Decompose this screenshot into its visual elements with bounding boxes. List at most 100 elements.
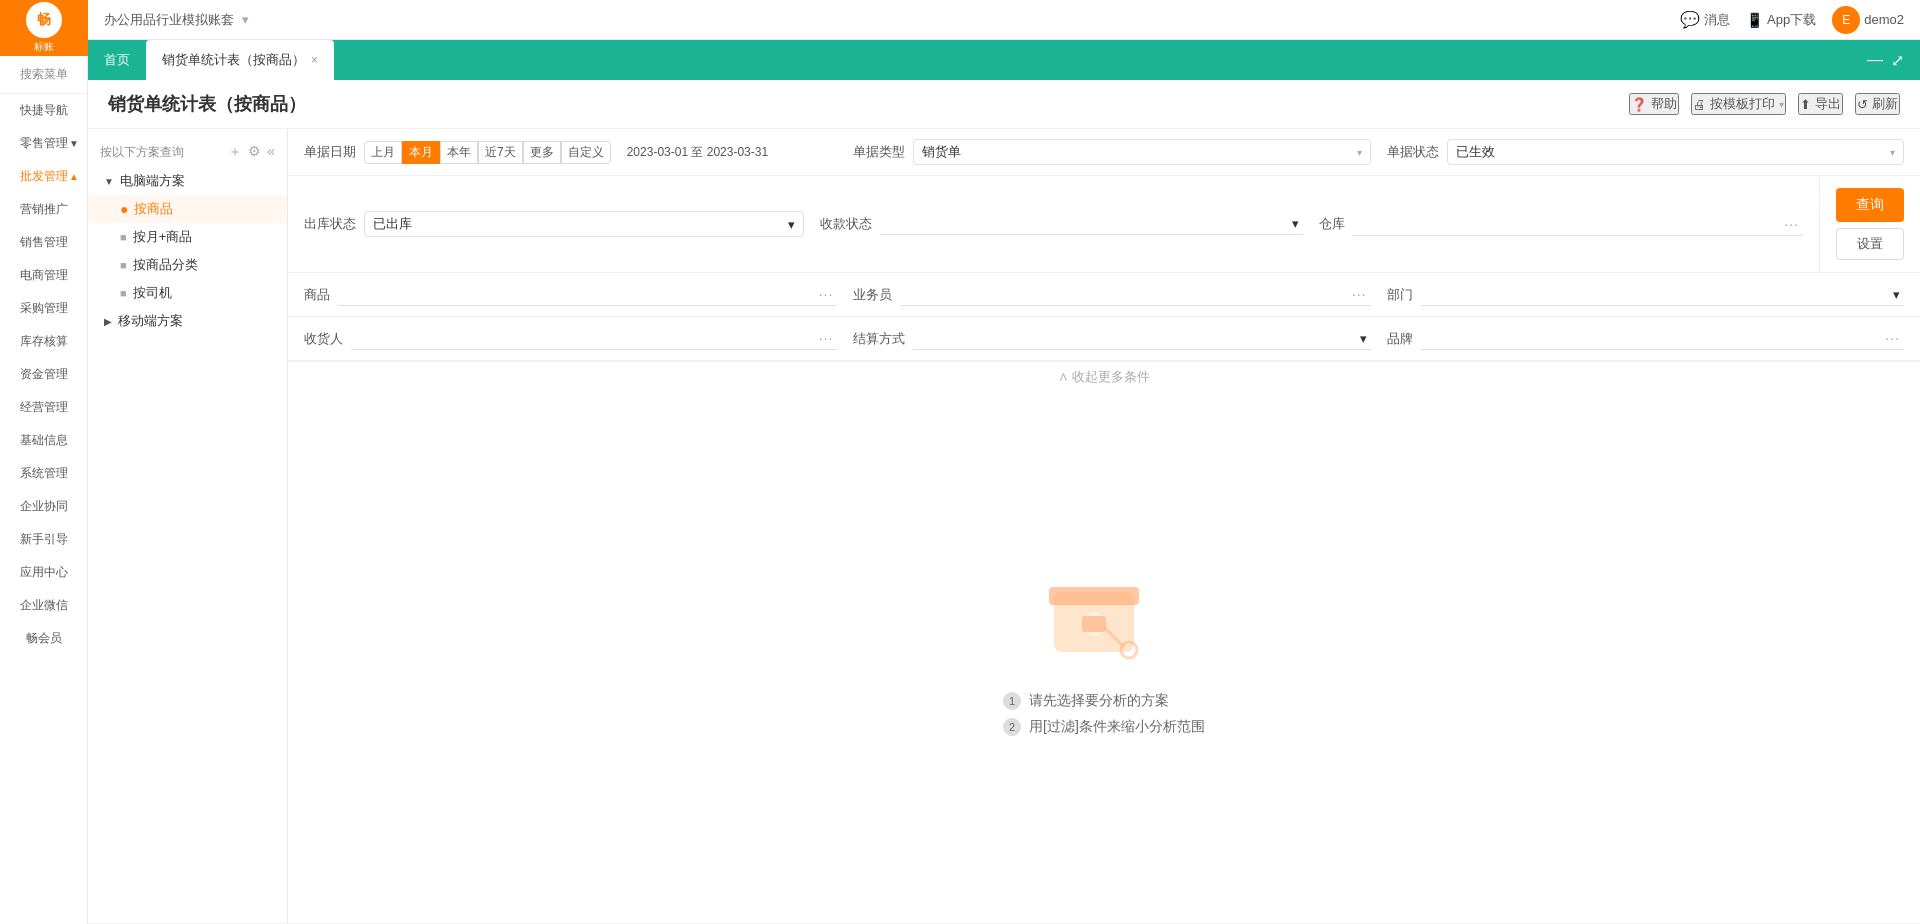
filter-salesperson-label: 业务员	[853, 286, 892, 304]
filter-product-input[interactable]: ···	[338, 283, 837, 306]
sidebar-item-newbie[interactable]: 新手引导	[0, 523, 87, 556]
main-layout: 按以下方案查询 ＋ ⚙ « ▼ 电脑端方案 ● 按商品	[88, 129, 1920, 923]
tab-maximize-icon[interactable]: ⤢	[1891, 51, 1904, 70]
date-tab-this-year[interactable]: 本年	[440, 141, 478, 164]
filter-dept-label: 部门	[1387, 286, 1413, 304]
sidebar-item-wechat[interactable]: 企业微信	[0, 589, 87, 622]
product-dots-icon: ···	[819, 286, 834, 302]
logo-icon: 畅	[26, 2, 62, 38]
messages-button[interactable]: 💬 消息	[1680, 10, 1730, 29]
collab-label: 企业协同	[20, 498, 68, 515]
sidebar-item-purchase[interactable]: 采购管理	[0, 292, 87, 325]
sidebar-item-quicknav[interactable]: 快捷导航	[0, 94, 87, 127]
paymethod-arrow-icon: ▾	[1360, 331, 1367, 346]
export-button[interactable]: ⬆ 导出	[1798, 93, 1843, 115]
subitem-label-driver: 按司机	[133, 284, 172, 302]
filter-dept-select[interactable]: ▾	[1421, 284, 1904, 306]
sidebar-item-inventory[interactable]: 库存核算	[0, 325, 87, 358]
collapse-panel-icon[interactable]: «	[267, 143, 275, 161]
tree-subitem-by-product[interactable]: ● 按商品	[88, 195, 287, 223]
left-panel-header: 按以下方案查询 ＋ ⚙ «	[88, 137, 287, 167]
empty-hint-2: 2 用[过滤]条件来缩小分析范围	[1003, 718, 1205, 736]
add-scheme-icon[interactable]: ＋	[228, 143, 242, 161]
tree-subitem-driver[interactable]: ■ 按司机	[88, 279, 287, 307]
sidebar-item-wholesale[interactable]: 批发管理 ▲	[0, 160, 87, 193]
sidebar-item-vip[interactable]: 畅会员	[0, 622, 87, 655]
date-tab-more[interactable]: 更多	[523, 141, 561, 164]
svg-rect-3	[1082, 616, 1106, 632]
help-button[interactable]: ❓ 帮助	[1629, 93, 1679, 115]
tab-home[interactable]: 首页	[88, 40, 146, 80]
wholesale-label: 批发管理	[20, 168, 68, 185]
dept-arrow-icon: ▾	[1893, 287, 1900, 302]
vip-label: 畅会员	[26, 630, 62, 647]
settings-button[interactable]: 设置	[1836, 228, 1904, 260]
filter-stockstatus-item: 出库状态 已出库 ▾	[304, 211, 804, 237]
date-tab-7days[interactable]: 近7天	[478, 141, 523, 164]
filter-warehouse-label: 仓库	[1319, 215, 1345, 233]
tab-sales-stats[interactable]: 销货单统计表（按商品） ×	[146, 40, 334, 80]
filter-warehouse-input[interactable]: ···	[1353, 213, 1803, 236]
filter-receiver-input[interactable]: ···	[351, 327, 837, 350]
sidebar-item-basic[interactable]: 基础信息	[0, 424, 87, 457]
hint1-text: 请先选择要分析的方案	[1029, 692, 1169, 710]
tree-arrow-icon: ▼	[104, 176, 114, 187]
user-profile[interactable]: E demo2	[1832, 6, 1904, 34]
filter-paymethod-select[interactable]: ▾	[913, 328, 1370, 350]
sales-label: 销售管理	[20, 234, 68, 251]
date-tab-this-month[interactable]: 本月	[402, 141, 440, 164]
docstatus-value: 已生效	[1456, 143, 1495, 161]
filter-paymentstatus-label: 收款状态	[820, 215, 872, 233]
tree-item-desktop[interactable]: ▼ 电脑端方案	[88, 167, 287, 195]
print-icon: 🖨	[1693, 97, 1706, 112]
settings-scheme-icon[interactable]: ⚙	[248, 143, 261, 161]
filter-stockstatus-select[interactable]: 已出库 ▾	[364, 211, 804, 237]
subitem-icon-category: ■	[120, 259, 127, 271]
help-icon: ❓	[1631, 97, 1647, 112]
sidebar-item-finance[interactable]: 资金管理	[0, 358, 87, 391]
tab-minimize-icon[interactable]: —	[1867, 51, 1883, 69]
operations-label: 经营管理	[20, 399, 68, 416]
quicknav-label: 快捷导航	[20, 102, 68, 119]
sidebar-item-collab[interactable]: 企业协同	[0, 490, 87, 523]
filter-salesperson-input[interactable]: ···	[900, 283, 1370, 306]
wholesale-arrow-icon: ▲	[69, 171, 79, 182]
tree-mobile-arrow-icon: ▶	[104, 316, 112, 327]
doctype-value: 销货单	[922, 143, 961, 161]
filter-paymentstatus-select[interactable]: ▾	[880, 213, 1304, 235]
filter-row-2-container: 出库状态 已出库 ▾ 收款状态	[288, 176, 1920, 273]
basic-label: 基础信息	[20, 432, 68, 449]
svg-rect-1	[1049, 587, 1139, 605]
page-title: 销货单统计表（按商品）	[108, 92, 306, 116]
refresh-button[interactable]: ↺ 刷新	[1855, 93, 1900, 115]
print-button[interactable]: 🖨 按模板打印 ▾	[1691, 93, 1786, 115]
hint2-text: 用[过滤]条件来缩小分析范围	[1029, 718, 1205, 736]
help-label: 帮助	[1651, 95, 1677, 113]
app-download-label: App下载	[1767, 11, 1816, 29]
app-download-button[interactable]: 📱 App下载	[1746, 11, 1816, 29]
collapse-filters-button[interactable]: ∧ 收起更多条件	[288, 361, 1920, 392]
sidebar-item-sales[interactable]: 销售管理	[0, 226, 87, 259]
tree-item-mobile[interactable]: ▶ 移动端方案	[88, 307, 287, 335]
sidebar-item-appcenter[interactable]: 应用中心	[0, 556, 87, 589]
filter-docstatus-select[interactable]: 已生效 ▾	[1447, 139, 1904, 165]
sidebar-item-system[interactable]: 系统管理	[0, 457, 87, 490]
sidebar-item-operations[interactable]: 经营管理	[0, 391, 87, 424]
query-button[interactable]: 查询	[1836, 188, 1904, 222]
filter-brand-input[interactable]: ···	[1421, 327, 1904, 350]
paymentstatus-arrow-icon: ▾	[1292, 216, 1299, 231]
topbar: 办公用品行业模拟账套 ▾ 💬 消息 📱 App下载 E demo2	[88, 0, 1920, 40]
sidebar-item-ecommerce[interactable]: 电商管理	[0, 259, 87, 292]
tree-subitem-month-product[interactable]: ■ 按月+商品	[88, 223, 287, 251]
filter-doctype-select[interactable]: 销货单 ▾	[913, 139, 1370, 165]
date-tab-custom[interactable]: 自定义	[561, 141, 611, 164]
sidebar-search-item[interactable]: 搜索菜单	[0, 56, 87, 94]
tree-subitem-category[interactable]: ■ 按商品分类	[88, 251, 287, 279]
date-tab-last-month[interactable]: 上月	[364, 141, 402, 164]
filter-row-4: 收货人 ··· 结算方式 ▾	[288, 317, 1920, 361]
marketing-label: 营销推广	[20, 201, 68, 218]
tab-close-icon[interactable]: ×	[311, 53, 318, 67]
sidebar-item-retail[interactable]: 零售管理 ▼	[0, 127, 87, 160]
sidebar-item-marketing[interactable]: 营销推广	[0, 193, 87, 226]
topbar-dropdown-icon[interactable]: ▾	[242, 12, 249, 27]
